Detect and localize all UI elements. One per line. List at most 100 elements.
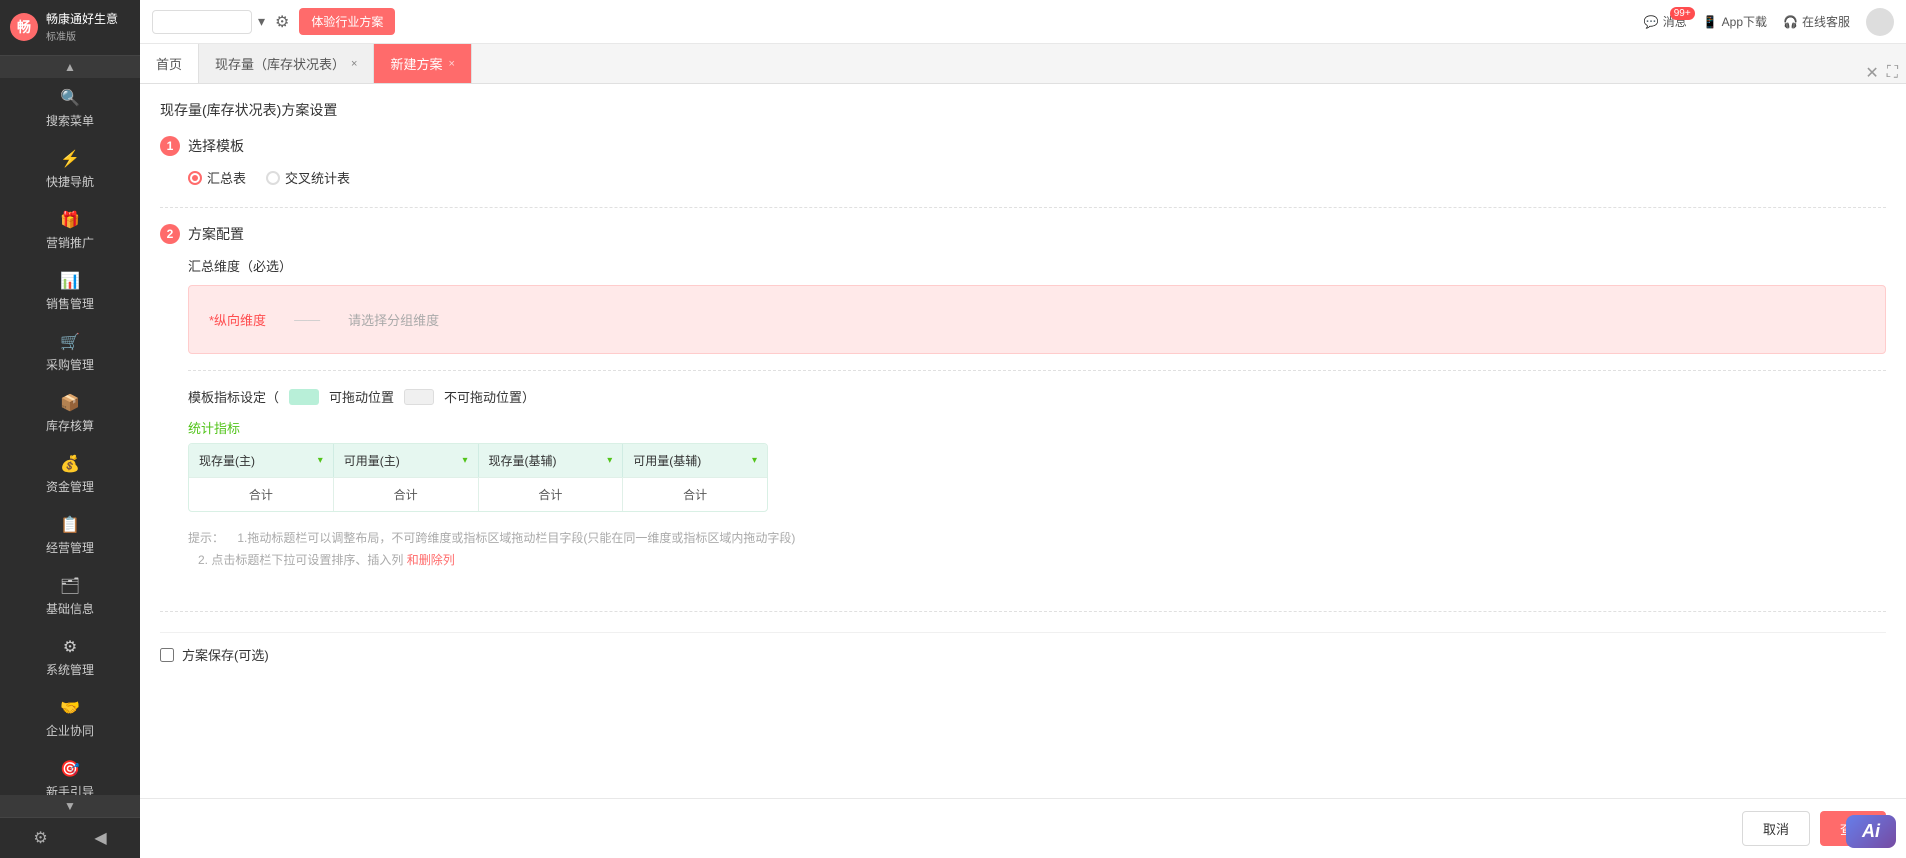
save-checkbox[interactable] — [160, 648, 174, 662]
radio-summary-label: 汇总表 — [207, 168, 246, 187]
col-dropdown-1[interactable]: ▾ — [462, 455, 467, 466]
sidebar-scroll-down[interactable]: ▼ — [0, 795, 140, 817]
col-cell-0: 合计 — [189, 478, 334, 511]
ai-badge[interactable]: Ai — [1846, 815, 1896, 848]
radio-summary-circle — [188, 171, 202, 185]
indicator-settings: 模板指标设定（ 可拖动位置 不可拖动位置） — [188, 387, 1886, 406]
sidebar-item-operation[interactable]: 📋 经营管理 — [0, 505, 140, 566]
stats-table-header: 现存量(主) ▾ 可用量(主) ▾ 现存量(基辅) ▾ — [189, 444, 767, 477]
draggable-label: 可拖动位置 — [329, 387, 394, 406]
radio-summary-table[interactable]: 汇总表 — [188, 168, 246, 187]
col-header-2[interactable]: 现存量(基辅) ▾ — [479, 444, 624, 477]
tab-inventory-status[interactable]: 现存量（库存状况表） × — [199, 44, 374, 83]
col-header-3[interactable]: 可用量(基辅) ▾ — [623, 444, 767, 477]
search-input[interactable] — [152, 10, 252, 34]
app-download-label: App下载 — [1722, 13, 1767, 30]
sidebar-item-system[interactable]: ⚙ 系统管理 — [0, 627, 140, 688]
step1-section: 1 选择模板 汇总表 交叉统计表 — [160, 136, 1886, 187]
topbar: ▾ ⚙ 体验行业方案 💬 消息 99+ 📱 App下载 🎧 在线客服 — [140, 0, 1906, 44]
search-icon: 🔍 — [60, 88, 80, 108]
radio-cross-table[interactable]: 交叉统计表 — [266, 168, 350, 187]
online-service-button[interactable]: 🎧 在线客服 — [1783, 13, 1850, 30]
tab-new-plan-close-icon[interactable]: × — [448, 58, 454, 70]
radio-cross-circle — [266, 171, 280, 185]
col-dropdown-2[interactable]: ▾ — [607, 455, 612, 466]
tabs-bar: 首页 现存量（库存状况表） × 新建方案 × ✕ ⛶ — [140, 44, 1906, 84]
dimension-placeholder[interactable]: 请选择分组维度 — [348, 310, 439, 329]
message-button[interactable]: 💬 消息 99+ — [1644, 13, 1687, 30]
required-field-label: *纵向维度 — [209, 310, 266, 329]
summary-dimension-label: 汇总维度（必选） — [188, 256, 1886, 275]
sidebar-item-cooperation[interactable]: 🤝 企业协同 — [0, 688, 140, 749]
sidebar-item-basic-info[interactable]: 🗂 基础信息 — [0, 566, 140, 627]
template-radio-group: 汇总表 交叉统计表 — [188, 168, 1886, 187]
operation-icon: 📋 — [60, 515, 80, 535]
radio-cross-label: 交叉统计表 — [285, 168, 350, 187]
step1-number: 1 — [160, 136, 180, 156]
tab-new-plan[interactable]: 新建方案 × — [374, 44, 471, 83]
cooperation-icon: 🤝 — [60, 698, 80, 718]
tip-1: 1.拖动标题栏可以调整布局，不可跨维度或指标区域拖动栏目字段(只能在同一维度或指… — [237, 531, 795, 545]
stats-table-row: 合计 合计 合计 合计 — [189, 477, 767, 511]
tab-home[interactable]: 首页 — [140, 44, 199, 83]
sidebar-item-label: 采购管理 — [46, 356, 94, 373]
sidebar-bottom: ⚙ ◀ — [0, 817, 140, 858]
sidebar-item-finance[interactable]: 💰 资金管理 — [0, 444, 140, 505]
step2-section: 2 方案配置 汇总维度（必选） *纵向维度 —— 请选择分组维度 — [160, 224, 1886, 571]
divider-2 — [188, 370, 1886, 371]
indicator-settings-label: 模板指标设定（ — [188, 387, 279, 406]
step2-title: 方案配置 — [188, 224, 244, 244]
sidebar-item-label: 销售管理 — [46, 295, 94, 312]
topbar-right: 💬 消息 99+ 📱 App下载 🎧 在线客服 — [1644, 8, 1894, 36]
settings-icon[interactable]: ⚙ — [33, 828, 47, 848]
sidebar-item-label: 搜索菜单 — [46, 112, 94, 129]
settings-button[interactable]: ⚙ — [275, 12, 289, 32]
tab-inventory-close-icon[interactable]: × — [351, 58, 357, 70]
sidebar-item-label: 系统管理 — [46, 661, 94, 678]
collapse-icon[interactable]: ◀ — [94, 828, 106, 848]
tips-highlight: 和删除列 — [407, 553, 455, 567]
divider-1 — [160, 207, 1886, 208]
topbar-search: ▾ — [152, 10, 265, 34]
col-header-2-label: 现存量(基辅) — [489, 452, 557, 469]
new-guide-icon: 🎯 — [60, 759, 80, 779]
fixed-label: 不可拖动位置） — [444, 387, 535, 406]
sidebar-item-sales[interactable]: 📊 销售管理 — [0, 261, 140, 322]
sidebar-item-inventory[interactable]: 📦 库存核算 — [0, 383, 140, 444]
col-dropdown-0[interactable]: ▾ — [318, 455, 323, 466]
main-wrap: ▾ ⚙ 体验行业方案 💬 消息 99+ 📱 App下载 🎧 在线客服 — [140, 0, 1906, 858]
col-header-3-label: 可用量(基辅) — [633, 452, 701, 469]
cancel-button[interactable]: 取消 — [1742, 811, 1810, 846]
sidebar-item-marketing[interactable]: 🎁 营销推广 — [0, 200, 140, 261]
trial-button[interactable]: 体验行业方案 — [299, 8, 395, 35]
sidebar-nav: 🔍 搜索菜单 ⚡ 快捷导航 🎁 营销推广 📊 销售管理 🛒 采购管理 📦 库存核… — [0, 78, 140, 795]
user-avatar[interactable] — [1866, 8, 1894, 36]
sidebar-item-label: 资金管理 — [46, 478, 94, 495]
col-dropdown-3[interactable]: ▾ — [752, 455, 757, 466]
step1-header: 1 选择模板 — [160, 136, 1886, 156]
col-header-0[interactable]: 现存量(主) ▾ — [189, 444, 334, 477]
sidebar-item-quick-nav[interactable]: ⚡ 快捷导航 — [0, 139, 140, 200]
step2-content: 汇总维度（必选） *纵向维度 —— 请选择分组维度 模板指标设定（ 可拖动位置 — [160, 256, 1886, 571]
save-option: 方案保存(可选) — [160, 632, 1886, 676]
message-badge: 99+ — [1670, 7, 1695, 20]
sidebar-scroll-up[interactable]: ▲ — [0, 56, 140, 78]
sidebar-item-purchase[interactable]: 🛒 采购管理 — [0, 322, 140, 383]
avatar-placeholder — [1866, 8, 1894, 36]
search-dropdown-button[interactable]: ▾ — [258, 13, 265, 30]
step2-header: 2 方案配置 — [160, 224, 1886, 244]
window-close-icon[interactable]: ✕ — [1865, 63, 1878, 83]
tips-title: 提示： 1.拖动标题栏可以调整布局，不可跨维度或指标区域拖动栏目字段(只能在同一… — [188, 528, 1886, 550]
required-dimension-area: *纵向维度 —— 请选择分组维度 — [188, 285, 1886, 354]
tab-new-plan-label: 新建方案 — [390, 54, 442, 73]
app-download-button[interactable]: 📱 App下载 — [1703, 13, 1767, 30]
tab-home-label: 首页 — [156, 54, 182, 73]
tab-window-controls: ✕ ⛶ — [1865, 63, 1906, 83]
sidebar-item-new-guide[interactable]: 🎯 新手引导 — [0, 749, 140, 795]
marketing-icon: 🎁 — [60, 210, 80, 230]
col-header-1[interactable]: 可用量(主) ▾ — [334, 444, 479, 477]
sidebar-item-search[interactable]: 🔍 搜索菜单 — [0, 78, 140, 139]
sidebar-item-label: 新手引导 — [46, 783, 94, 795]
footer-buttons: 取消 查询 — [140, 798, 1906, 858]
window-expand-icon[interactable]: ⛶ — [1887, 64, 1898, 82]
